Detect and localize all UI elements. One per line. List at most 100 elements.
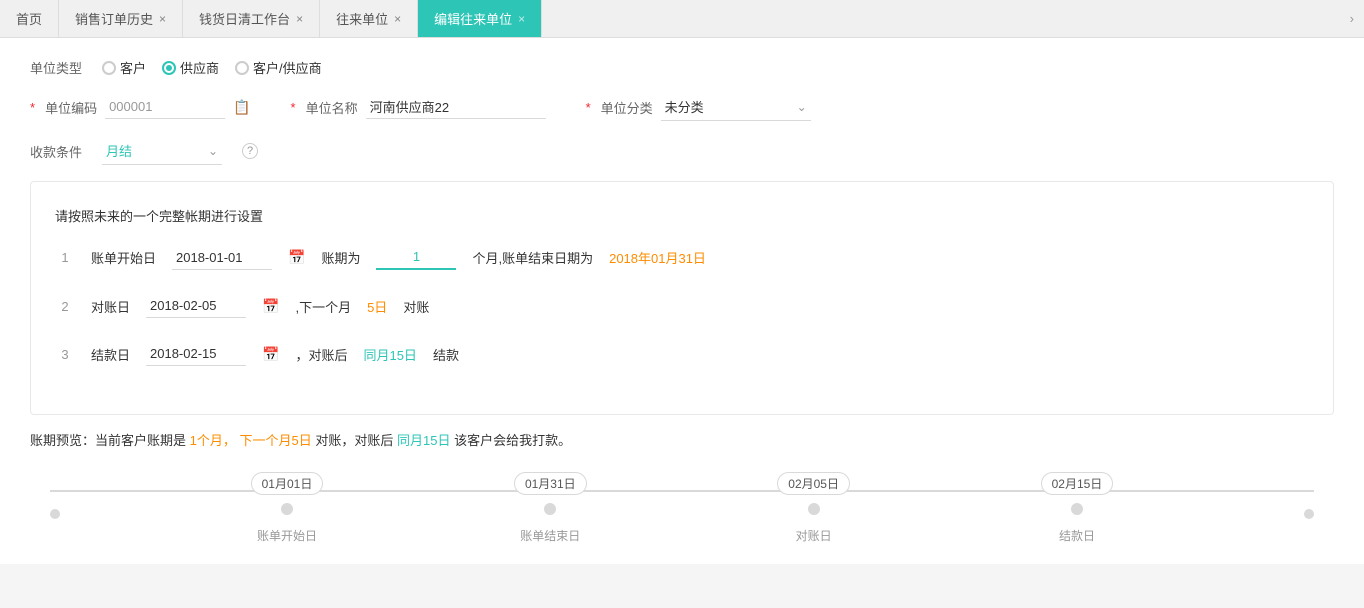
radio-both-label: 客户/供应商: [253, 58, 322, 77]
payment-calendar[interactable]: 📅: [262, 346, 279, 363]
radio-supplier[interactable]: 供应商: [162, 58, 219, 77]
preview-section: 账期预览：当前客户账期是 1个月， 下一个月5日 对账，对账后 同月15日 该客…: [30, 431, 1334, 452]
timeline-nodes: 01月01日 账单开始日 01月31日 账单结束日 02月05日 对账日 02月…: [50, 472, 1314, 544]
preview-middle: 对账，对账后: [315, 433, 393, 448]
reconcile-calendar[interactable]: 📅: [262, 298, 279, 315]
preview-prefix: 账期预览：当前客户账期是: [30, 433, 186, 448]
timeline-dot-3: [808, 503, 820, 515]
unit-type-row: 单位类型 客户 供应商 客户/供应商: [30, 58, 1334, 77]
tab-partner-close[interactable]: ×: [394, 12, 401, 26]
card-instruction: 请按照未来的一个完整帐期进行设置: [55, 206, 1309, 225]
timeline-left-dot: [50, 509, 60, 519]
account-start-label: 账单开始日: [91, 248, 156, 267]
timeline-dot-2: [544, 503, 556, 515]
preview-suffix: 该客户会给我打款。: [454, 433, 571, 448]
period-suffix-before: 个月,账单结束日期为: [472, 248, 593, 267]
radio-both[interactable]: 客户/供应商: [235, 58, 322, 77]
radio-customer[interactable]: 客户: [102, 58, 146, 77]
tab-partner-label: 往来单位: [336, 9, 388, 28]
timeline-node-3: 02月05日 对账日: [777, 472, 850, 544]
timeline-badge-3: 02月05日: [777, 472, 850, 495]
payment-suffix: 结款: [433, 345, 459, 364]
row-num-2: 2: [55, 299, 75, 314]
tab-cash-work[interactable]: 钱货日清工作台 ×: [183, 0, 320, 37]
tab-home[interactable]: 首页: [0, 0, 59, 37]
setting-row-3: 3 结款日 📅 ，对账后 同月15日 结款: [55, 342, 1309, 366]
timeline-badge-2: 01月31日: [514, 472, 587, 495]
tab-sales-history-close[interactable]: ×: [159, 12, 166, 26]
unit-category-group: * 单位分类 未分类 ⌄: [586, 93, 811, 121]
timeline-node-2: 01月31日 账单结束日: [514, 472, 587, 544]
unit-category-arrow: ⌄: [797, 100, 807, 114]
payment-terms-row: 收款条件 月结 ⌄ ?: [30, 137, 1334, 165]
tab-edit-partner-label: 编辑往来单位: [434, 9, 512, 28]
setting-row-1: 1 账单开始日 📅 账期为 个月,账单结束日期为 2018年01月31日: [55, 245, 1309, 270]
unit-name-input[interactable]: [366, 95, 546, 119]
tab-edit-partner-close[interactable]: ×: [518, 12, 525, 26]
unit-code-label: 单位编码: [45, 98, 97, 117]
payment-terms-label: 收款条件: [30, 142, 82, 161]
reconcile-day-highlight: 5日: [367, 297, 387, 316]
radio-both-circle: [235, 61, 249, 75]
tab-bar: 首页 销售订单历史 × 钱货日清工作台 × 往来单位 × 编辑往来单位 × ›: [0, 0, 1364, 38]
timeline-node-4: 02月15日 结款日: [1041, 472, 1114, 544]
help-icon[interactable]: ?: [242, 143, 258, 159]
payment-prefix: ，对账后: [295, 345, 347, 364]
timeline-label-2: 账单结束日: [520, 527, 580, 544]
preview-period: 1个月，: [190, 433, 236, 448]
setting-row-2: 2 对账日 📅 ,下一个月 5日 对账: [55, 294, 1309, 318]
tab-edit-partner[interactable]: 编辑往来单位 ×: [418, 0, 542, 37]
tab-cash-work-label: 钱货日清工作台: [199, 9, 290, 28]
payment-input[interactable]: [146, 342, 246, 366]
row-num-1: 1: [55, 250, 75, 265]
payment-label: 结款日: [91, 345, 130, 364]
timeline-label-1: 账单开始日: [257, 527, 317, 544]
unit-type-radio-group: 客户 供应商 客户/供应商: [102, 58, 322, 77]
account-end-date-highlight: 2018年01月31日: [609, 248, 706, 267]
timeline-right-dot-wrapper: [1304, 484, 1314, 544]
period-prefix: 账期为: [321, 248, 360, 267]
account-start-input[interactable]: [172, 246, 272, 270]
unit-code-group: * 单位编码 📋: [30, 95, 251, 119]
unit-category-dropdown[interactable]: 未分类 ⌄: [661, 93, 811, 121]
radio-supplier-circle: [162, 61, 176, 75]
radio-supplier-label: 供应商: [180, 58, 219, 77]
unit-category-required: *: [586, 100, 591, 115]
timeline-dot-4: [1071, 503, 1083, 515]
unit-name-label: 单位名称: [306, 98, 358, 117]
timeline-badge-1: 01月01日: [251, 472, 324, 495]
chevron-right-icon: ›: [1350, 11, 1354, 26]
unit-name-required: *: [291, 100, 296, 115]
settings-card: 请按照未来的一个完整帐期进行设置 1 账单开始日 📅 账期为 个月,账单结束日期…: [30, 181, 1334, 415]
tab-expand-button[interactable]: ›: [1340, 0, 1364, 37]
tab-sales-history[interactable]: 销售订单历史 ×: [59, 0, 183, 37]
payment-day-highlight: 同月15日: [363, 345, 416, 364]
unit-code-input[interactable]: [105, 95, 225, 119]
reconcile-prefix: ,下一个月: [295, 297, 351, 316]
tab-sales-history-label: 销售订单历史: [75, 9, 153, 28]
reconcile-label: 对账日: [91, 297, 130, 316]
radio-customer-label: 客户: [120, 58, 146, 77]
payment-terms-value: 月结: [106, 141, 204, 160]
unit-code-required: *: [30, 100, 35, 115]
timeline-node-1: 01月01日 账单开始日: [251, 472, 324, 544]
reconcile-input[interactable]: [146, 294, 246, 318]
account-start-calendar[interactable]: 📅: [288, 249, 305, 266]
payment-terms-arrow: ⌄: [208, 144, 218, 158]
radio-customer-circle: [102, 61, 116, 75]
preview-reconcile-day: 下一个月5日: [240, 433, 312, 448]
timeline-label-3: 对账日: [796, 527, 832, 544]
timeline-right-dot: [1304, 509, 1314, 519]
period-value-input[interactable]: [376, 245, 456, 270]
main-content: 单位类型 客户 供应商 客户/供应商 * 单位编码 📋 * 单位名称: [0, 38, 1364, 564]
unit-category-label: 单位分类: [601, 98, 653, 117]
timeline-left-dot-wrapper: [50, 484, 60, 544]
payment-terms-dropdown[interactable]: 月结 ⌄: [102, 137, 222, 165]
unit-code-icon[interactable]: 📋: [233, 99, 250, 116]
tab-partner[interactable]: 往来单位 ×: [320, 0, 418, 37]
tab-cash-work-close[interactable]: ×: [296, 12, 303, 26]
row-num-3: 3: [55, 347, 75, 362]
preview-payment-day: 同月15日: [397, 433, 450, 448]
timeline-badge-4: 02月15日: [1041, 472, 1114, 495]
unit-name-group: * 单位名称: [291, 95, 546, 119]
